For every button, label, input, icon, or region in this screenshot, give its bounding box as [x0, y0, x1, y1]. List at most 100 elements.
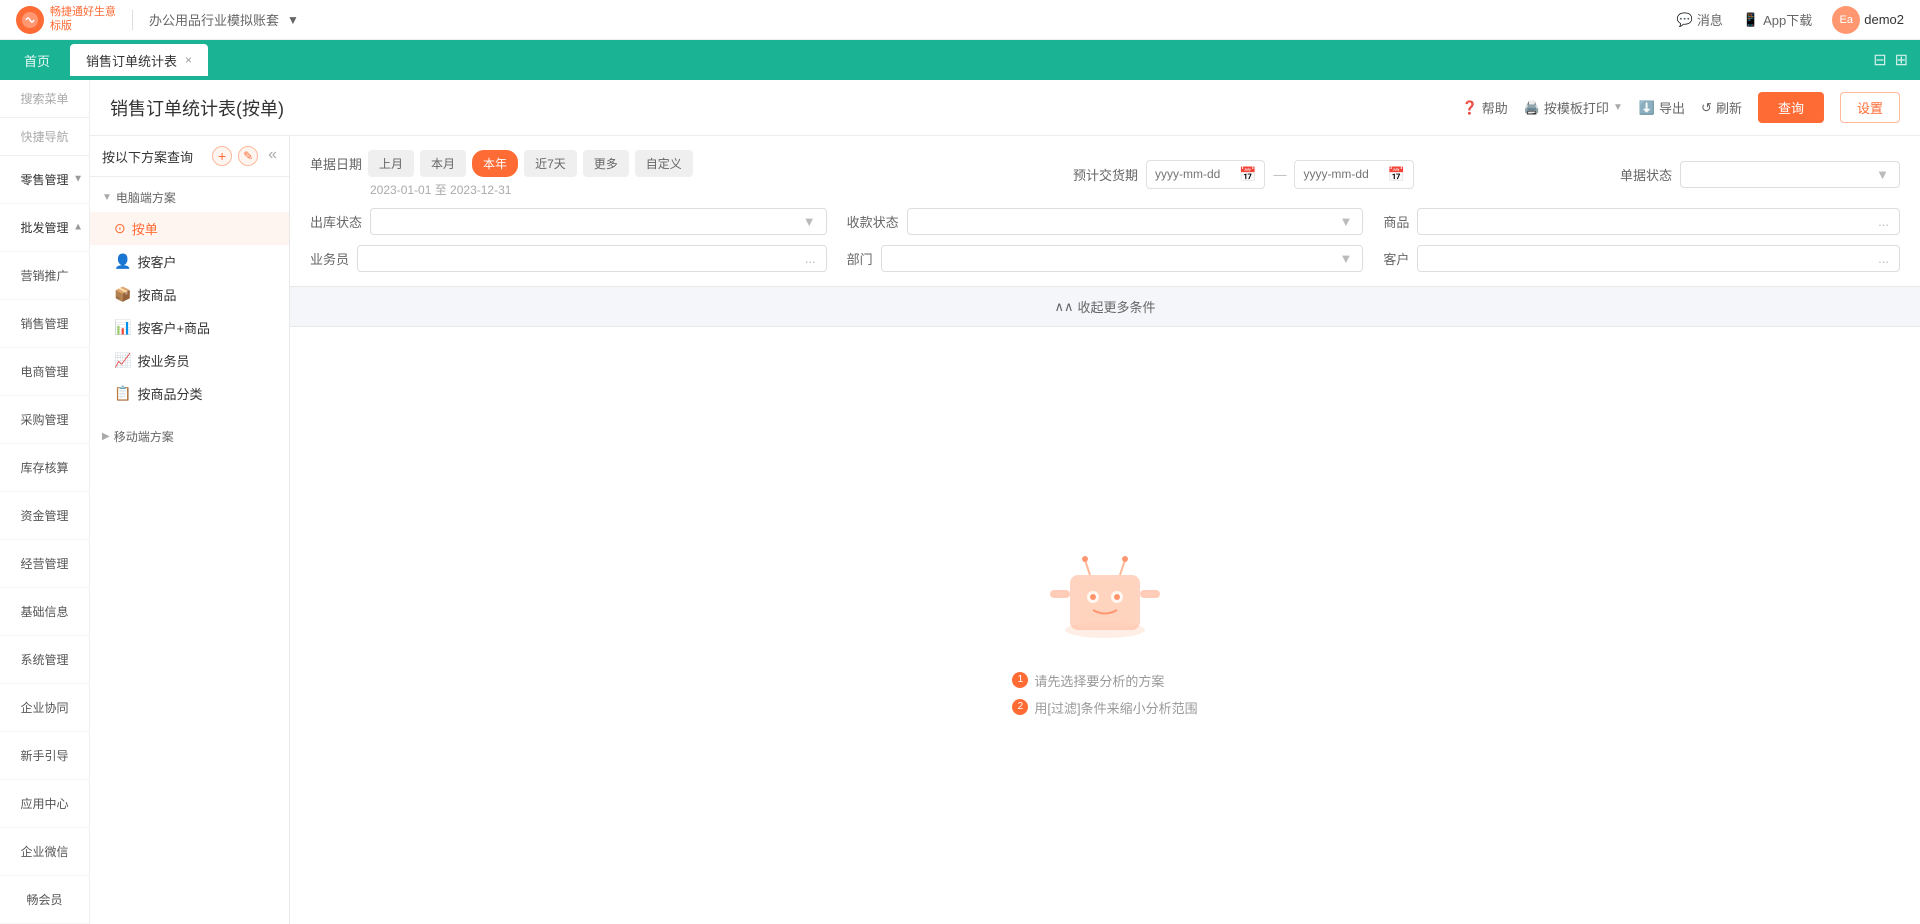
salesman-select[interactable]: ...: [357, 245, 827, 272]
logo-icon: [16, 6, 44, 34]
help-icon: ❓: [1462, 100, 1478, 116]
scheme-product-label: 按商品: [137, 285, 176, 304]
tab-bar-right: ⊟ ⊞: [1873, 50, 1920, 70]
this-month-btn[interactable]: 本月: [420, 150, 466, 177]
page-title-actions: ❓ 帮助 🖨️ 按模板打印 ▼ ⬇️ 导出 ↺ 刷新 查询 设置: [1462, 92, 1900, 135]
header-dropdown[interactable]: ▼: [287, 13, 299, 27]
collapse-bar[interactable]: ∧∧ 收起更多条件: [290, 286, 1920, 327]
sidebar-item-finance[interactable]: 资金管理: [0, 492, 89, 540]
section-mobile-label: 移动端方案: [114, 428, 174, 445]
help-btn[interactable]: ❓ 帮助: [1462, 98, 1508, 117]
sidebar-item-inventory[interactable]: 库存核算: [0, 444, 89, 492]
message-action[interactable]: 💬 消息: [1677, 10, 1723, 29]
customer-select[interactable]: ...: [1417, 245, 1900, 272]
this-year-btn[interactable]: 本年: [472, 150, 518, 177]
sidebar-item-appcenter[interactable]: 应用中心: [0, 780, 89, 828]
scheme-item-customer[interactable]: 👤 按客户: [90, 245, 289, 278]
scheme-section-mobile-header[interactable]: ▶ 移动端方案: [90, 422, 289, 451]
sidebar-item-basic[interactable]: 基础信息: [0, 588, 89, 636]
scheme-edit-btn[interactable]: ✎: [238, 146, 258, 166]
settings-button[interactable]: 设置: [1840, 92, 1900, 123]
tab-maximize-btn[interactable]: ⊞: [1895, 50, 1908, 70]
sidebar: 搜索菜单 快捷导航 零售管理 ▼ 批发管理 ▲ 营销推广 销售管理 电商管理 采…: [0, 80, 90, 924]
product-select[interactable]: ...: [1417, 208, 1900, 235]
sidebar-item-enterprise[interactable]: 企业协同: [0, 684, 89, 732]
template-print-btn[interactable]: 🖨️ 按模板打印 ▼: [1524, 98, 1623, 117]
empty-hints: 1 请先选择要分析的方案 2 用[过滤]条件来缩小分析范围: [1012, 671, 1197, 717]
collapse-button[interactable]: ∧∧ 收起更多条件: [1054, 297, 1155, 316]
payment-dropdown-icon: ▼: [1339, 214, 1352, 229]
tab-minimize-btn[interactable]: ⊟: [1873, 50, 1886, 70]
empty-illustration: [1035, 535, 1175, 655]
sidebar-item-retail[interactable]: 零售管理 ▼: [0, 156, 89, 204]
delivery-status-label: 出库状态: [310, 212, 362, 231]
tab-home[interactable]: 首页: [8, 44, 66, 76]
last-month-btn[interactable]: 上月: [368, 150, 414, 177]
main-layout: 搜索菜单 快捷导航 零售管理 ▼ 批发管理 ▲ 营销推广 销售管理 电商管理 采…: [0, 80, 1920, 924]
refresh-icon: ↺: [1701, 100, 1712, 116]
query-button[interactable]: 查询: [1758, 92, 1824, 123]
section-pc-label: 电脑端方案: [116, 189, 176, 206]
sidebar-item-marketing[interactable]: 营销推广: [0, 252, 89, 300]
scheme-item-salesman[interactable]: 📈 按业务员: [90, 344, 289, 377]
refresh-btn[interactable]: ↺ 刷新: [1701, 98, 1742, 117]
salesman-ellipsis: ...: [805, 251, 816, 266]
sidebar-item-ecommerce[interactable]: 电商管理: [0, 348, 89, 396]
custom-btn[interactable]: 自定义: [635, 150, 693, 177]
hint-num-1: 1: [1012, 672, 1028, 688]
date-label: 单据日期: [310, 154, 362, 173]
scheme-item-category[interactable]: 📋 按商品分类: [90, 377, 289, 410]
delivery-status-select[interactable]: ▼: [370, 208, 827, 235]
sidebar-item-wechat[interactable]: 企业微信: [0, 828, 89, 876]
edit-icon: ✎: [243, 149, 253, 163]
calendar-icon-end: 📅: [1387, 166, 1404, 183]
print-dropdown-icon: ▼: [1613, 102, 1623, 113]
scheme-section-pc-header[interactable]: ▼ 电脑端方案: [90, 183, 289, 212]
scheme-customer-icon: 👤: [114, 253, 131, 270]
section-arrow-mobile: ▶: [102, 431, 110, 442]
scheme-order-icon: ⊙: [114, 220, 126, 237]
sidebar-item-sales[interactable]: 销售管理: [0, 300, 89, 348]
tab-close-btn[interactable]: ×: [185, 53, 192, 67]
sidebar-item-purchase[interactable]: 采购管理: [0, 396, 89, 444]
department-select[interactable]: ▼: [881, 245, 1364, 272]
customer-label: 客户: [1383, 249, 1409, 268]
delivery-status-section: 出库状态 ▼: [310, 208, 827, 235]
phone-icon: 📱: [1743, 12, 1759, 28]
scheme-salesman-label: 按业务员: [137, 351, 189, 370]
last7days-btn[interactable]: 近7天: [524, 150, 577, 177]
sidebar-item-wholesale[interactable]: 批发管理 ▲: [0, 204, 89, 252]
empty-svg: [1035, 535, 1175, 655]
payment-status-select[interactable]: ▼: [907, 208, 1364, 235]
predicted-end-input[interactable]: [1303, 167, 1383, 181]
status-select[interactable]: ▼: [1680, 161, 1900, 188]
filter-row-1: 单据日期 上月 本月 本年 近7天 更多 自定义 2023-01-01 至 20…: [290, 136, 1920, 208]
tab-active[interactable]: 销售订单统计表 ×: [70, 44, 208, 76]
sidebar-item-operation[interactable]: 经营管理: [0, 540, 89, 588]
payment-status-label: 收款状态: [847, 212, 899, 231]
scheme-item-product[interactable]: 📦 按商品: [90, 278, 289, 311]
top-header: 畅捷通好生意 标版 办公用品行业模拟账套 ▼ 💬 消息 📱 App下载 Ea d…: [0, 0, 1920, 40]
scheme-item-order[interactable]: ⊙ 按单: [90, 212, 289, 245]
logo-area: 畅捷通好生意 标版: [16, 6, 116, 34]
user-area[interactable]: Ea demo2: [1832, 6, 1904, 34]
predicted-date-start[interactable]: 📅: [1146, 160, 1265, 189]
scheme-add-btn[interactable]: +: [212, 146, 232, 166]
sidebar-item-search[interactable]: 搜索菜单: [0, 80, 89, 118]
sidebar-item-member[interactable]: 畅会员: [0, 876, 89, 924]
sidebar-item-system[interactable]: 系统管理: [0, 636, 89, 684]
predicted-date-end[interactable]: 📅: [1294, 160, 1413, 189]
app-download-action[interactable]: 📱 App下载: [1743, 10, 1812, 29]
collapse-label: 收起更多条件: [1078, 297, 1156, 316]
print-icon: 🖨️: [1524, 100, 1540, 116]
message-icon: 💬: [1677, 12, 1693, 28]
scheme-collapse-btn[interactable]: «: [268, 146, 277, 166]
sidebar-item-shortcut[interactable]: 快捷导航: [0, 118, 89, 156]
more-btn[interactable]: 更多: [583, 150, 629, 177]
scheme-customer-label: 按客户: [137, 252, 176, 271]
export-btn[interactable]: ⬇️ 导出: [1639, 98, 1685, 117]
scheme-item-cust-prod[interactable]: 📊 按客户+商品: [90, 311, 289, 344]
sidebar-item-newbie[interactable]: 新手引导: [0, 732, 89, 780]
predicted-start-input[interactable]: [1155, 167, 1235, 181]
wholesale-arrow: ▲: [73, 222, 83, 233]
